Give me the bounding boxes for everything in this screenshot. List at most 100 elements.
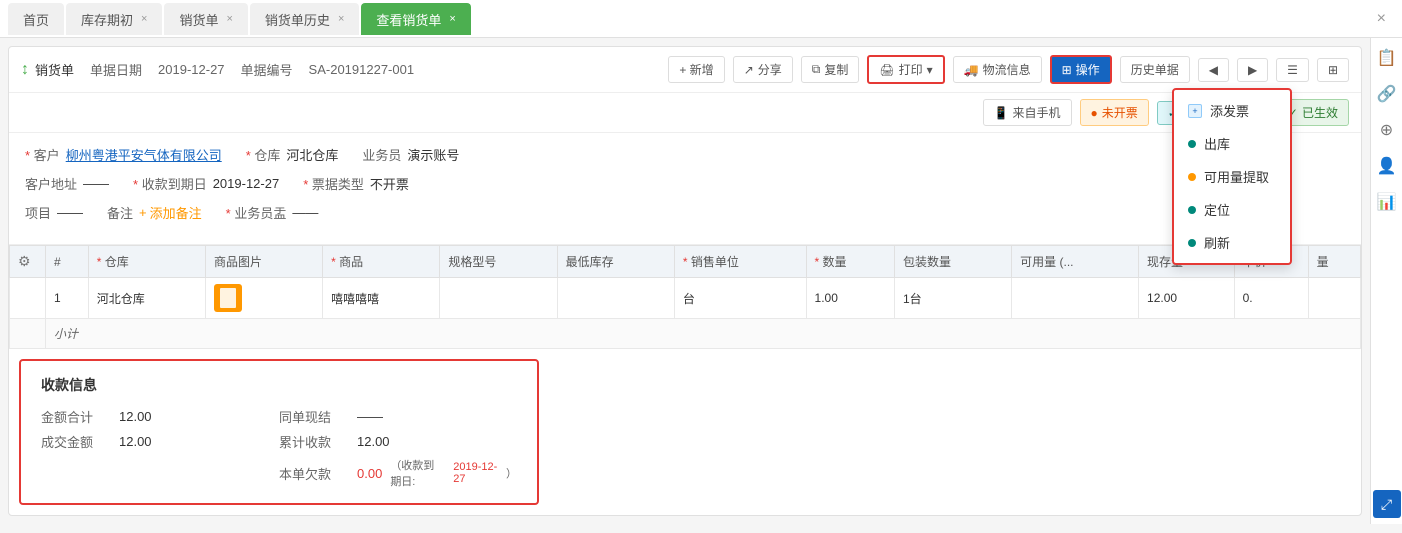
not-opened-button[interactable]: ● 未开票	[1080, 99, 1149, 126]
owed-value: 0.00	[357, 466, 382, 481]
payment-date-value: 2019-12-27	[213, 176, 280, 191]
tab-sales[interactable]: 销货单 ×	[164, 3, 247, 35]
payment-grid: 金额合计 12.00 同单现结 —— 成交金额 12.00 累计收款	[41, 407, 517, 489]
th-quantity: * 数量	[806, 246, 894, 278]
tab-inventory-close[interactable]: ×	[141, 13, 147, 25]
tab-view-sales[interactable]: 查看销货单 ×	[361, 3, 470, 35]
sidebar-icon-2[interactable]: 🔗	[1373, 80, 1401, 108]
transaction-value: 12.00	[119, 434, 152, 449]
print-button[interactable]: 🖨 打印 ▾	[867, 55, 944, 84]
dropdown-refresh[interactable]: 刷新	[1174, 226, 1290, 259]
warehouse-value: 河北仓库	[286, 145, 338, 164]
form-row-1: 客户 柳州粤港平安气体有限公司 仓库 河北仓库 业务员 演示账号	[25, 145, 1345, 164]
tab-sales-history[interactable]: 销货单历史 ×	[250, 3, 359, 35]
product-thumb-inner	[220, 288, 236, 308]
sidebar-icon-1[interactable]: 📋	[1373, 44, 1401, 72]
print-chevron: ▾	[927, 63, 933, 77]
dropdown-add-invoice[interactable]: + 添发票	[1174, 94, 1290, 127]
form-row-2: 客户地址 —— 收款到期日 2019-12-27 票据类型 不开票	[25, 174, 1345, 193]
table-row: 1 河北仓库 嘻嘻嘻嘻 台	[10, 278, 1361, 319]
payment-date-field: 收款到期日 2019-12-27	[133, 174, 279, 193]
same-order-row: 同单现结 ——	[279, 407, 517, 426]
tab-inventory[interactable]: 库存期初 ×	[66, 3, 162, 35]
row-num: 1	[46, 278, 89, 319]
right-sidebar: 📋 🔗 ⊕ 👤 📊 ⤢	[1370, 38, 1402, 524]
row-settings	[10, 278, 46, 319]
operations-icon: ⊞	[1062, 63, 1072, 77]
view-toggle-grid[interactable]: ⊞	[1317, 58, 1349, 82]
new-button[interactable]: + 新增	[668, 56, 724, 83]
operations-dropdown: + 添发票 出库 可用量提取 定位 刷新	[1172, 88, 1292, 265]
nav-prev-button[interactable]: ◀	[1198, 58, 1229, 82]
dropdown-outbound[interactable]: 出库	[1174, 127, 1290, 160]
history-button[interactable]: 历史单据	[1120, 56, 1190, 83]
employee-label: 业务员	[362, 145, 401, 164]
th-more: 量	[1308, 246, 1360, 278]
payment-total-row: 金额合计 12.00	[41, 407, 279, 426]
owed-row: 本单欠款 0.00 （收款到期日: 2019-12-27 ）	[279, 457, 517, 489]
row-unit-price: 0.	[1234, 278, 1308, 319]
employee2-label: 业务员盂	[226, 203, 287, 222]
doc-title: ↕ 销货单	[21, 60, 74, 79]
truck-icon: 🚚	[964, 63, 979, 77]
doc-date-label: 单据日期	[90, 60, 142, 79]
transaction-row: 成交金额 12.00	[41, 432, 279, 451]
transaction-label: 成交金额	[41, 432, 111, 451]
tab-inventory-label: 库存期初	[81, 10, 133, 29]
cumulative-label: 累计收款	[279, 432, 349, 451]
share-button[interactable]: ↗ 分享	[733, 56, 793, 83]
tab-sales-close[interactable]: ×	[226, 13, 232, 25]
sidebar-icon-5[interactable]: 📊	[1373, 188, 1401, 216]
tab-view-sales-close[interactable]: ×	[449, 13, 455, 25]
payment-date-label: 收款到期日	[133, 174, 207, 193]
row-pack-qty: 1台	[894, 278, 1011, 319]
doc-number-label: 单据编号	[241, 60, 293, 79]
employee-field: 业务员 演示账号	[362, 145, 459, 164]
sidebar-icon-4[interactable]: 👤	[1373, 152, 1401, 180]
doc-header: ↕ 销货单 单据日期 2019-12-27 单据编号 SA-20191227-0…	[9, 47, 1361, 93]
tab-sales-label: 销货单	[179, 10, 218, 29]
share-icon: ↗	[744, 63, 754, 77]
payment-title: 收款信息	[41, 375, 517, 395]
status-row: 📱 来自手机 ● 未开票 ✓ ✓ 已核销 ✓	[9, 93, 1361, 133]
row-more	[1308, 278, 1360, 319]
copy-icon: ⧉	[812, 62, 821, 77]
tab-sales-history-close[interactable]: ×	[338, 13, 344, 25]
customer-field: 客户 柳州粤港平安气体有限公司	[25, 145, 222, 164]
cumulative-row: 累计收款 12.00	[279, 432, 517, 451]
doc-title-text: 销货单	[35, 60, 74, 79]
row-min-stock	[557, 278, 674, 319]
th-spec: 规格型号	[440, 246, 557, 278]
operations-button[interactable]: ⊞ 操作	[1050, 55, 1112, 84]
nav-next-button[interactable]: ▶	[1237, 58, 1268, 82]
settings-icon[interactable]: ⚙	[18, 253, 31, 269]
sidebar-icon-3[interactable]: ⊕	[1376, 116, 1397, 144]
project-label: 项目	[25, 203, 51, 222]
owed-due-date: 2019-12-27	[453, 461, 498, 485]
employee2-field: 业务员盂 ——	[226, 203, 319, 222]
view-toggle-list[interactable]: ☰	[1276, 58, 1309, 82]
subtotal-settings	[10, 319, 46, 349]
from-phone-button[interactable]: 📱 来自手机	[983, 99, 1072, 126]
payment-total-value: 12.00	[119, 409, 152, 424]
th-min-stock: 最低库存	[557, 246, 674, 278]
row-unit: 台	[674, 278, 806, 319]
window-close-button[interactable]: ×	[1369, 6, 1394, 32]
address-label: 客户地址	[25, 174, 77, 193]
address-field: 客户地址 ——	[25, 174, 109, 193]
note-label: 备注	[107, 203, 133, 222]
project-field: 项目 ——	[25, 203, 83, 222]
th-available: 可用量 (...	[1012, 246, 1139, 278]
copy-button[interactable]: ⧉ 复制	[801, 56, 860, 83]
logistics-button[interactable]: 🚚 物流信息	[953, 56, 1042, 83]
dropdown-available-pickup[interactable]: 可用量提取	[1174, 160, 1290, 193]
add-note-button[interactable]: + 添加备注	[139, 203, 202, 222]
expand-button[interactable]: ⤢	[1373, 490, 1401, 518]
tab-view-sales-label: 查看销货单	[376, 10, 441, 29]
employee-value: 演示账号	[407, 145, 459, 164]
th-settings: ⚙	[10, 246, 46, 278]
doc-title-icon: ↕	[21, 61, 29, 79]
customer-value[interactable]: 柳州粤港平安气体有限公司	[66, 145, 222, 164]
dropdown-locate[interactable]: 定位	[1174, 193, 1290, 226]
tab-home[interactable]: 首页	[8, 3, 64, 35]
